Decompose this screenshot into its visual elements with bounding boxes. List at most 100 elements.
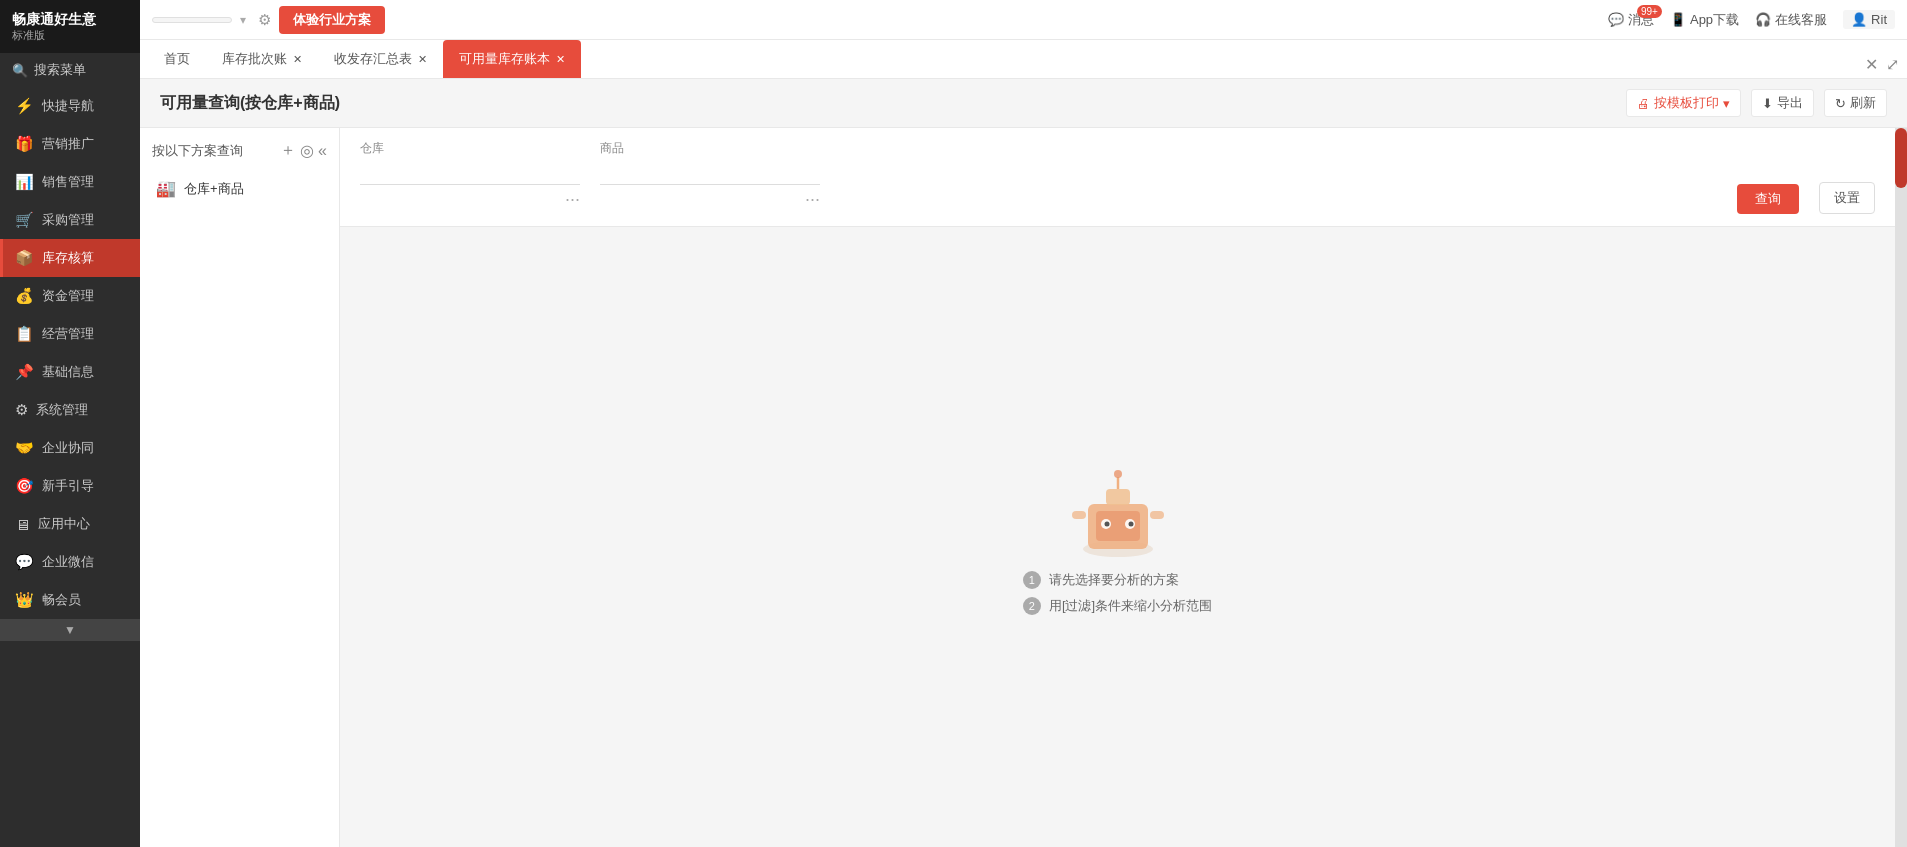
user-name: Rit	[1871, 12, 1887, 27]
sidebar-item-wechat[interactable]: 💬 企业微信	[0, 543, 140, 581]
content-area: 按以下方案查询 ＋ ◎ « 🏭 仓库+商品 仓库 ···	[140, 128, 1907, 847]
empty-step-1: 1 请先选择要分析的方案	[1023, 571, 1212, 589]
quick-nav-icon: ⚡	[15, 97, 34, 115]
warehouse-product-icon: 🏭	[156, 179, 176, 198]
sidebar: 畅康通好生意 标准版 🔍 搜索菜单 ⚡ 快捷导航 🎁 营销推广 📊 销售管理 🛒…	[0, 0, 140, 847]
enterprise-icon: 🤝	[15, 439, 34, 457]
sidebar-scroll-down[interactable]: ▼	[0, 619, 140, 641]
breadcrumb-chevron-icon[interactable]: ▾	[240, 13, 246, 27]
search-icon: 🔍	[12, 63, 28, 78]
column-settings-button[interactable]: 设置	[1819, 182, 1875, 214]
query-button[interactable]: 查询	[1737, 184, 1799, 214]
app-badge: 标准版	[12, 28, 45, 43]
empty-step-1-text: 请先选择要分析的方案	[1049, 571, 1179, 589]
mobile-icon: 📱	[1670, 12, 1686, 27]
settings-gear-icon[interactable]: ⚙	[258, 11, 271, 29]
tab-inventory-summary[interactable]: 收发存汇总表 ✕	[318, 40, 443, 78]
right-scrollbar[interactable]	[1895, 128, 1907, 847]
warehouse-label: 仓库	[360, 140, 580, 157]
purchase-icon: 🛒	[15, 211, 34, 229]
sidebar-label-inventory: 库存核算	[42, 249, 94, 267]
product-input[interactable]	[600, 161, 820, 185]
empty-illustration	[1068, 459, 1168, 559]
sidebar-item-appstore[interactable]: 🖥 应用中心	[0, 505, 140, 543]
sidebar-item-inventory[interactable]: 📦 库存核算	[0, 239, 140, 277]
basic-icon: 📌	[15, 363, 34, 381]
trial-button[interactable]: 体验行业方案	[279, 6, 385, 34]
warehouse-input[interactable]	[360, 161, 580, 185]
marketing-icon: 🎁	[15, 135, 34, 153]
app-download-button[interactable]: 📱 App下载	[1670, 11, 1739, 29]
sidebar-item-enterprise[interactable]: 🤝 企业协同	[0, 429, 140, 467]
sidebar-label-operation: 经营管理	[42, 325, 94, 343]
sidebar-item-finance[interactable]: 💰 资金管理	[0, 277, 140, 315]
sidebar-item-basic[interactable]: 📌 基础信息	[0, 353, 140, 391]
scrollbar-thumb	[1895, 128, 1907, 188]
tab-batch-account[interactable]: 库存批次账 ✕	[206, 40, 318, 78]
sidebar-item-sales[interactable]: 📊 销售管理	[0, 163, 140, 201]
tab-expand-button[interactable]: ⤢	[1886, 55, 1899, 74]
appstore-icon: 🖥	[15, 516, 30, 533]
sidebar-label-member: 畅会员	[42, 591, 81, 609]
topbar: ▾ ⚙ 体验行业方案 💬 消息 99+ 📱 App下载 🎧 在线客服 👤 Rit	[140, 0, 1907, 40]
page-header-actions: 🖨 按模板打印 ▾ ⬇ 导出 ↻ 刷新	[1626, 89, 1887, 117]
filter-collapse-button[interactable]: «	[318, 142, 327, 160]
sidebar-item-quick-nav[interactable]: ⚡ 快捷导航	[0, 87, 140, 125]
tab-home-label: 首页	[164, 50, 190, 68]
filter-panel-actions: ＋ ◎ «	[280, 140, 327, 161]
sidebar-item-system[interactable]: ⚙ 系统管理	[0, 391, 140, 429]
sidebar-search[interactable]: 🔍 搜索菜单	[0, 53, 140, 87]
step-2-num: 2	[1023, 597, 1041, 615]
tab-available-ledger[interactable]: 可用量库存账本 ✕	[443, 40, 581, 78]
export-button[interactable]: ⬇ 导出	[1751, 89, 1814, 117]
product-more-icon[interactable]: ···	[805, 189, 820, 214]
print-button[interactable]: 🖨 按模板打印 ▾	[1626, 89, 1741, 117]
tab-close-all-button[interactable]: ✕	[1865, 55, 1878, 74]
empty-text-list: 1 请先选择要分析的方案 2 用[过滤]条件来缩小分析范围	[1023, 571, 1212, 615]
message-badge: 99+	[1637, 5, 1662, 18]
sidebar-item-purchase[interactable]: 🛒 采购管理	[0, 201, 140, 239]
step-1-num: 1	[1023, 571, 1041, 589]
sidebar-label-finance: 资金管理	[42, 287, 94, 305]
print-icon: 🖨	[1637, 96, 1650, 111]
empty-svg-illustration	[1068, 459, 1168, 559]
tab-home[interactable]: 首页	[148, 40, 206, 78]
main-area: ▾ ⚙ 体验行业方案 💬 消息 99+ 📱 App下载 🎧 在线客服 👤 Rit	[140, 0, 1907, 847]
refresh-label: 刷新	[1850, 94, 1876, 112]
filter-panel-header: 按以下方案查询 ＋ ◎ «	[140, 140, 339, 171]
service-button[interactable]: 🎧 在线客服	[1755, 11, 1827, 29]
print-label: 按模板打印	[1654, 94, 1719, 112]
sales-icon: 📊	[15, 173, 34, 191]
sidebar-logo: 畅康通好生意 标准版	[0, 0, 140, 53]
message-button[interactable]: 💬 消息 99+	[1608, 11, 1654, 29]
sidebar-item-newbie[interactable]: 🎯 新手引导	[0, 467, 140, 505]
finance-icon: 💰	[15, 287, 34, 305]
filter-item-label: 仓库+商品	[184, 180, 244, 198]
tab-inventory-summary-close-icon[interactable]: ✕	[418, 53, 427, 66]
filter-add-button[interactable]: ＋	[280, 140, 296, 161]
svg-point-11	[1114, 470, 1122, 478]
svg-point-6	[1128, 522, 1133, 527]
refresh-button[interactable]: ↻ 刷新	[1824, 89, 1887, 117]
tab-available-ledger-label: 可用量库存账本	[459, 50, 550, 68]
user-menu[interactable]: 👤 Rit	[1843, 10, 1895, 29]
service-label: 在线客服	[1775, 11, 1827, 29]
warehouse-more-icon[interactable]: ···	[565, 189, 580, 214]
headset-icon: 🎧	[1755, 12, 1771, 27]
tab-batch-account-label: 库存批次账	[222, 50, 287, 68]
tabs-bar: 首页 库存批次账 ✕ 收发存汇总表 ✕ 可用量库存账本 ✕ ✕ ⤢	[140, 40, 1907, 79]
topbar-right: 💬 消息 99+ 📱 App下载 🎧 在线客服 👤 Rit	[1608, 10, 1895, 29]
tab-available-ledger-close-icon[interactable]: ✕	[556, 53, 565, 66]
filter-panel-title: 按以下方案查询	[152, 142, 243, 160]
sidebar-label-purchase: 采购管理	[42, 211, 94, 229]
tab-batch-account-close-icon[interactable]: ✕	[293, 53, 302, 66]
system-icon: ⚙	[15, 401, 28, 419]
svg-rect-7	[1072, 511, 1086, 519]
sidebar-item-member[interactable]: 👑 畅会员	[0, 581, 140, 619]
filter-item-warehouse-product[interactable]: 🏭 仓库+商品	[140, 171, 339, 206]
tab-inventory-summary-label: 收发存汇总表	[334, 50, 412, 68]
sidebar-item-operation[interactable]: 📋 经营管理	[0, 315, 140, 353]
page-title: 可用量查询(按仓库+商品)	[160, 93, 340, 114]
filter-settings-button[interactable]: ◎	[300, 141, 314, 160]
sidebar-item-marketing[interactable]: 🎁 营销推广	[0, 125, 140, 163]
